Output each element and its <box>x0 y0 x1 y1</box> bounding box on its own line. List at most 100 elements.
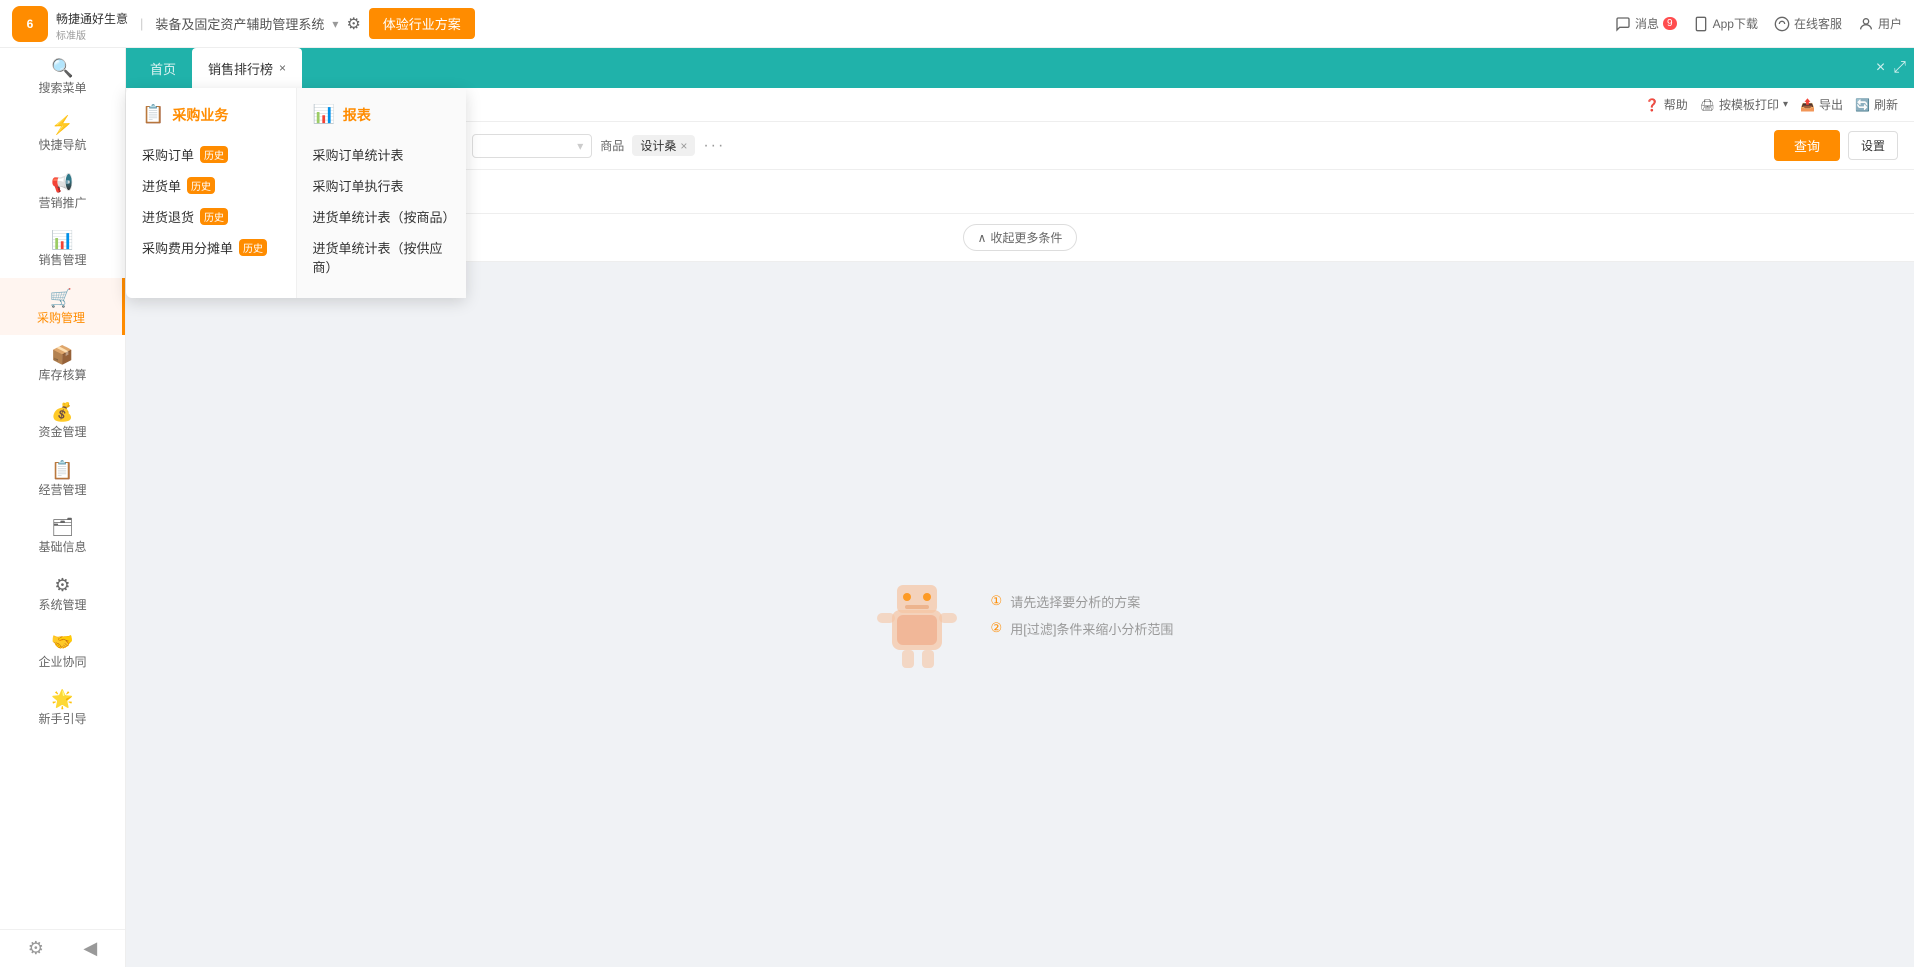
sidebar-item-operation[interactable]: 📋 经营管理 <box>0 450 125 507</box>
sidebar-operation-label: 经营管理 <box>38 483 86 497</box>
sidebar-item-inventory[interactable]: 📦 库存核算 <box>0 335 125 392</box>
empty-icon <box>867 565 967 665</box>
phone-icon <box>1693 16 1709 32</box>
export-icon: 📤 <box>1800 98 1815 112</box>
purchase-icon: 🛒 <box>50 288 72 309</box>
collapse-up-icon: ∧ <box>978 231 987 245</box>
sidebar-inventory-label: 库存核算 <box>38 368 86 382</box>
refresh-icon: 🔄 <box>1855 98 1870 112</box>
empty-state: ① 请先选择要分析的方案 ② 用[过滤]条件来缩小分析范围 <box>991 592 1174 638</box>
goods-tag-close[interactable]: × <box>680 139 687 153</box>
sidebar-item-purchase[interactable]: 🛒 采购管理 <box>0 278 125 335</box>
marketing-icon: 📢 <box>51 173 73 194</box>
message-badge: 9 <box>1663 17 1677 30</box>
headset-icon <box>1774 16 1790 32</box>
dropdown-arrow-icon[interactable]: ▾ <box>332 17 338 31</box>
tab-home[interactable]: 首页 <box>134 48 192 88</box>
sidebar-item-marketing[interactable]: 📢 营销推广 <box>0 163 125 220</box>
print-icon: 🖨 <box>1700 98 1715 112</box>
search-icon: 🔍 <box>51 58 73 79</box>
tab-sales-rank-label: 销售排行榜 <box>208 59 273 78</box>
tab-bar: 首页 销售排行榜 × × ⤢ <box>126 48 1914 88</box>
goods-tag-item: 设计桑 × <box>632 135 695 156</box>
report-menu-icon: 📊 <box>313 104 335 125</box>
operation-icon: 📋 <box>51 460 73 481</box>
sidebar-bottom: ⚙ ◀ <box>0 929 125 967</box>
history-badge-0: 历史 <box>200 146 228 163</box>
menu-col1-title: 📋 采购业务 <box>142 104 280 125</box>
history-badge-3: 历史 <box>239 239 267 256</box>
menu-item-report-order-stat[interactable]: 采购订单统计表 <box>313 139 451 170</box>
sidebar: 🔍 搜索菜单 ⚡ 快捷导航 📢 营销推广 📊 销售管理 🛒 采购管理 <box>0 48 126 967</box>
sidebar-collapse-btn[interactable]: ◀ <box>83 938 97 959</box>
svg-text:6: 6 <box>27 17 34 31</box>
logo-area: 6 畅捷通好生意 标准版 <box>12 6 128 42</box>
user-icon <box>1858 16 1874 32</box>
menu-item-purchase-order[interactable]: 采购订单 历史 <box>142 139 280 170</box>
empty-line1: ① 请先选择要分析的方案 <box>991 592 1141 611</box>
settings-btn[interactable]: 设置 <box>1848 131 1898 160</box>
message-icon <box>1615 16 1631 32</box>
tab-window-expand-btn[interactable]: ⤢ <box>1893 59 1906 77</box>
menu-col2-title: 📊 报表 <box>313 104 451 125</box>
logo-icon: 6 <box>12 6 48 42</box>
sidebar-item-search[interactable]: 🔍 搜索菜单 <box>0 48 125 105</box>
industry-btn[interactable]: 体验行业方案 <box>369 8 475 39</box>
menu-item-purchase-return[interactable]: 进货退货 历史 <box>142 201 280 232</box>
doc-status-select[interactable]: ▾ <box>472 134 592 158</box>
export-link[interactable]: 📤 导出 <box>1800 96 1843 113</box>
query-btn[interactable]: 查询 <box>1774 130 1840 161</box>
sidebar-sales-label: 销售管理 <box>38 253 86 267</box>
print-link[interactable]: 🖨 按模板打印 ▾ <box>1700 96 1788 113</box>
export-label: 导出 <box>1819 96 1843 113</box>
sidebar-menu: 🔍 搜索菜单 ⚡ 快捷导航 📢 营销推广 📊 销售管理 🛒 采购管理 <box>0 48 125 929</box>
doc-status-dropdown-icon: ▾ <box>577 139 583 153</box>
collapse-btn[interactable]: ∧ 收起更多条件 <box>963 224 1078 251</box>
empty-container: ① 请先选择要分析的方案 ② 用[过滤]条件来缩小分析范围 <box>867 565 1174 665</box>
guide-icon: 🌟 <box>51 689 73 710</box>
empty-line2: ② 用[过滤]条件来缩小分析范围 <box>991 619 1174 638</box>
sidebar-item-finance[interactable]: 💰 资金管理 <box>0 392 125 449</box>
sidebar-item-guide[interactable]: 🌟 新手引导 <box>0 679 125 736</box>
menu-col-purchase: 📋 采购业务 采购订单 历史 进货单 历史 进货退货 历史 采购费用分摊单 历史 <box>126 88 296 298</box>
sales-icon: 📊 <box>51 230 73 251</box>
tab-home-label: 首页 <box>150 59 176 78</box>
sidebar-item-sales[interactable]: 📊 销售管理 <box>0 220 125 277</box>
menu-item-purchase-expense[interactable]: 采购费用分摊单 历史 <box>142 232 280 263</box>
online-service-btn[interactable]: 在线客服 <box>1774 15 1842 32</box>
messages-btn[interactable]: 消息 9 <box>1615 15 1677 32</box>
menu-item-report-order-exec[interactable]: 采购订单执行表 <box>313 170 451 201</box>
top-nav-right: 消息 9 App下载 在线客服 用户 <box>1615 15 1902 32</box>
basic-icon: 🗂 <box>51 517 74 538</box>
help-link[interactable]: ❓ 帮助 <box>1645 96 1688 113</box>
collapse-label: 收起更多条件 <box>990 229 1062 246</box>
menu-col-report: 📊 报表 采购订单统计表 采购订单执行表 进货单统计表（按商品） 进货单统计表（… <box>296 88 467 298</box>
inventory-icon: 📦 <box>51 345 73 366</box>
goods-dots[interactable]: ··· <box>703 137 725 155</box>
menu-item-report-receipt-supplier[interactable]: 进货单统计表（按供应商） <box>313 232 451 282</box>
refresh-link[interactable]: 🔄 刷新 <box>1855 96 1898 113</box>
sidebar-item-nav[interactable]: ⚡ 快捷导航 <box>0 105 125 162</box>
help-icon: ❓ <box>1645 98 1660 112</box>
app-download-btn[interactable]: App下载 <box>1693 15 1758 32</box>
sidebar-item-basic[interactable]: 🗂 基础信息 <box>0 507 125 564</box>
sidebar-item-enterprise[interactable]: 🤝 企业协同 <box>0 622 125 679</box>
sidebar-item-system[interactable]: ⚙ 系统管理 <box>0 565 125 622</box>
finance-icon: 💰 <box>51 402 73 423</box>
refresh-label: 刷新 <box>1874 96 1898 113</box>
tab-bar-actions: × ⤢ <box>1876 59 1906 77</box>
tab-sales-rank[interactable]: 销售排行榜 × <box>192 48 302 88</box>
menu-item-purchase-receipt[interactable]: 进货单 历史 <box>142 170 280 201</box>
system-title: 装备及固定资产辅助管理系统 <box>155 14 324 33</box>
empty-num2: ② <box>991 620 1003 636</box>
settings-icon[interactable]: ⚙ <box>346 14 360 34</box>
user-btn[interactable]: 用户 <box>1858 15 1902 32</box>
sidebar-finance-label: 资金管理 <box>38 425 86 439</box>
menu-item-report-receipt-goods[interactable]: 进货单统计表（按商品） <box>313 201 451 232</box>
tab-window-close-btn[interactable]: × <box>1876 59 1885 77</box>
print-label: 按模板打印 <box>1719 96 1779 113</box>
sidebar-settings-btn[interactable]: ⚙ <box>28 938 44 959</box>
tab-close-btn[interactable]: × <box>279 61 286 75</box>
sidebar-enterprise-label: 企业协同 <box>38 655 86 669</box>
sidebar-nav-label: 快捷导航 <box>38 138 86 152</box>
